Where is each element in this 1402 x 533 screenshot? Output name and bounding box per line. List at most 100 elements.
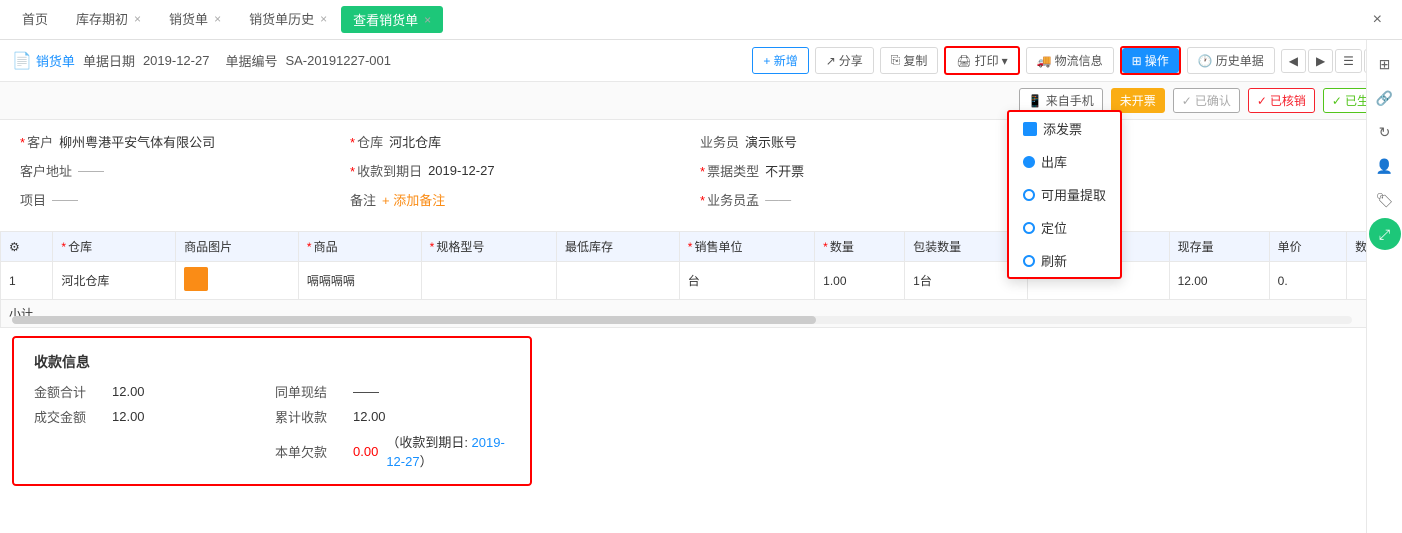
- due-date-value: 2019-12-27: [428, 163, 495, 178]
- print-icon: 🖨: [956, 54, 971, 68]
- next-button[interactable]: ▶: [1308, 49, 1333, 73]
- menu-out-warehouse[interactable]: 出库: [1009, 145, 1120, 178]
- logistics-button[interactable]: 🚚 物流信息: [1026, 47, 1114, 74]
- row-qty: 1.00: [815, 262, 905, 300]
- prev-button[interactable]: ◀: [1281, 49, 1306, 73]
- warehouse-value: 河北仓库: [389, 132, 441, 151]
- row-min-stock: [557, 262, 680, 300]
- table-wrapper: ⚙ *仓库 商品图片 *商品 *规格型号 最低库存 *销售单位 *数量 包装数量…: [0, 231, 1402, 328]
- menu-refresh[interactable]: 刷新: [1009, 244, 1120, 277]
- menu-location[interactable]: 定位: [1009, 211, 1120, 244]
- payment-transaction-row: 成交金额 12.00: [34, 407, 269, 426]
- tab-home[interactable]: 首页: [8, 0, 62, 40]
- col-settings[interactable]: ⚙: [1, 232, 53, 262]
- view-list-button[interactable]: ☰: [1335, 49, 1362, 73]
- tab-sales-history[interactable]: 销货单历史 ×: [235, 0, 341, 40]
- sidebar-expand-icon[interactable]: ⤢: [1369, 218, 1401, 250]
- sidebar-rotate-icon[interactable]: ↻: [1369, 116, 1401, 148]
- payment-arrears-row: 本单欠款 0.00 （收款到期日: 2019-12-27）: [275, 432, 510, 470]
- payment-transaction-value: 12.00: [112, 409, 145, 424]
- col-product: *商品: [298, 232, 421, 262]
- add-invoice-icon: [1023, 122, 1037, 136]
- row-current: 12.00: [1169, 262, 1269, 300]
- secondary-toolbar: 📱 来自手机 未开票 ✓ 已确认 ✓ 已核销 ✓ 已生效: [0, 82, 1402, 120]
- payment-settlement-row: 同单现结 ——: [275, 382, 510, 401]
- tab-bar: 首页 库存期初 × 销货单 × 销货单历史 × 查看销货单 × ×: [0, 0, 1402, 40]
- payment-cumulative-value: 12.00: [353, 409, 386, 424]
- payment-grid: 金额合计 12.00 成交金额 12.00 同单现结 —— 累计收款 12.00: [34, 382, 510, 470]
- tab-close-inventory[interactable]: ×: [134, 12, 141, 26]
- print-button[interactable]: 🖨 打印 ▾: [946, 48, 1017, 73]
- truck-icon: 🚚: [1037, 54, 1052, 68]
- grid-icon: ⊞: [1132, 54, 1142, 68]
- copy-icon: ⎘: [891, 53, 901, 68]
- tab-view-sales[interactable]: 查看销货单 ×: [341, 6, 443, 33]
- share-button[interactable]: ↗ 分享: [815, 47, 874, 74]
- print-highlight-box: 🖨 打印 ▾: [944, 46, 1019, 75]
- menu-add-invoice[interactable]: 添发票: [1009, 112, 1120, 145]
- project-value: ——: [52, 192, 78, 207]
- project-field: 项目 ——: [20, 190, 270, 209]
- operation-highlight-box: ⊞ 操作: [1120, 46, 1181, 75]
- doc-number-label: 单据编号 SA-20191227-001: [225, 51, 391, 70]
- history-button[interactable]: 🕐 历史单据: [1187, 47, 1275, 74]
- table-row: 1 河北仓库 嗝嗝嗝嗝 台 1.00 1台 12.00 0.: [1, 262, 1402, 300]
- confirm-button[interactable]: ✓ 已确认: [1173, 88, 1240, 113]
- customer-value: 柳州粤港平安气体有限公司: [59, 132, 215, 151]
- new-button[interactable]: + 新增: [752, 47, 808, 74]
- doc-meta: 单据日期 2019-12-27 单据编号 SA-20191227-001: [83, 51, 391, 70]
- address-field: 客户地址 ——: [20, 161, 270, 180]
- table-header-row: ⚙ *仓库 商品图片 *商品 *规格型号 最低库存 *销售单位 *数量 包装数量…: [1, 232, 1402, 262]
- form-area: *客户 柳州粤港平安气体有限公司 *仓库 河北仓库 业务员 演示账号 客户地址 …: [0, 120, 1402, 231]
- note-field: 备注 + 添加备注: [350, 190, 600, 209]
- cancel-check-icon: ✓: [1257, 94, 1267, 108]
- row-warehouse: 河北仓库: [53, 262, 176, 300]
- toolbar-actions: + 新增 ↗ 分享 ⎘ 复制 🖨 打印 ▾ 🚚 物流信息: [752, 46, 1390, 75]
- row-unit: 台: [679, 262, 814, 300]
- menu-available-qty[interactable]: 可用量提取: [1009, 178, 1120, 211]
- print-dropdown-icon: ▾: [1002, 54, 1008, 68]
- tab-close-view-sales[interactable]: ×: [424, 13, 431, 27]
- sidebar-tag-icon[interactable]: 🏷: [1369, 184, 1401, 216]
- row-product: 嗝嗝嗝嗝: [298, 262, 421, 300]
- col-min-stock: 最低库存: [557, 232, 680, 262]
- payment-cumulative-row: 累计收款 12.00: [275, 407, 510, 426]
- tab-sales-order[interactable]: 销货单 ×: [155, 0, 235, 40]
- staff-value: 演示账号: [745, 132, 797, 151]
- row-img: [176, 262, 299, 300]
- col-price: 单价: [1269, 232, 1346, 262]
- check-icon: ✓: [1182, 94, 1192, 108]
- scrollbar-thumb[interactable]: [12, 316, 816, 324]
- available-qty-icon: [1023, 189, 1035, 201]
- col-spec: *规格型号: [421, 232, 556, 262]
- operation-dropdown: 添发票 出库 可用量提取 定位 刷新: [1007, 110, 1122, 279]
- address-value: ——: [78, 163, 104, 178]
- payment-total-row: 金额合计 12.00: [34, 382, 269, 401]
- product-image: [184, 267, 208, 291]
- operation-button[interactable]: ⊞ 操作: [1122, 48, 1179, 73]
- copy-button[interactable]: ⎘ 复制: [880, 47, 939, 74]
- row-spec: [421, 262, 556, 300]
- payment-total-value: 12.00: [112, 384, 145, 399]
- window-close-button[interactable]: ×: [1361, 11, 1394, 29]
- payment-section: 收款信息 金额合计 12.00 成交金额 12.00 同单现结 —— 累计收款: [12, 336, 532, 486]
- tab-inventory-open[interactable]: 库存期初 ×: [62, 0, 155, 40]
- sidebar-link-icon[interactable]: 🔗: [1369, 82, 1401, 114]
- col-unit: *销售单位: [679, 232, 814, 262]
- horizontal-scrollbar[interactable]: [12, 316, 1352, 324]
- col-qty: *数量: [815, 232, 905, 262]
- sidebar-table-icon[interactable]: ⊞: [1369, 48, 1401, 80]
- tab-close-history[interactable]: ×: [320, 12, 327, 26]
- cancel-button[interactable]: ✓ 已核销: [1248, 88, 1315, 113]
- row-no: 1: [1, 262, 53, 300]
- staff-field: 业务员 演示账号: [700, 132, 950, 151]
- add-note-button[interactable]: + 添加备注: [382, 190, 445, 209]
- toolbar: 📄 销货单 单据日期 2019-12-27 单据编号 SA-20191227-0…: [0, 40, 1402, 82]
- sidebar-user-icon[interactable]: 👤: [1369, 150, 1401, 182]
- ticket-type-value: 不开票: [765, 161, 804, 180]
- doc-type-label: 销货单: [36, 51, 75, 70]
- warehouse-field: *仓库 河北仓库: [350, 132, 600, 151]
- right-sidebar: ⊞ 🔗 ↻ 👤 🏷 ⤢: [1366, 40, 1402, 533]
- history-icon: 🕐: [1198, 54, 1213, 68]
- tab-close-sales[interactable]: ×: [214, 12, 221, 26]
